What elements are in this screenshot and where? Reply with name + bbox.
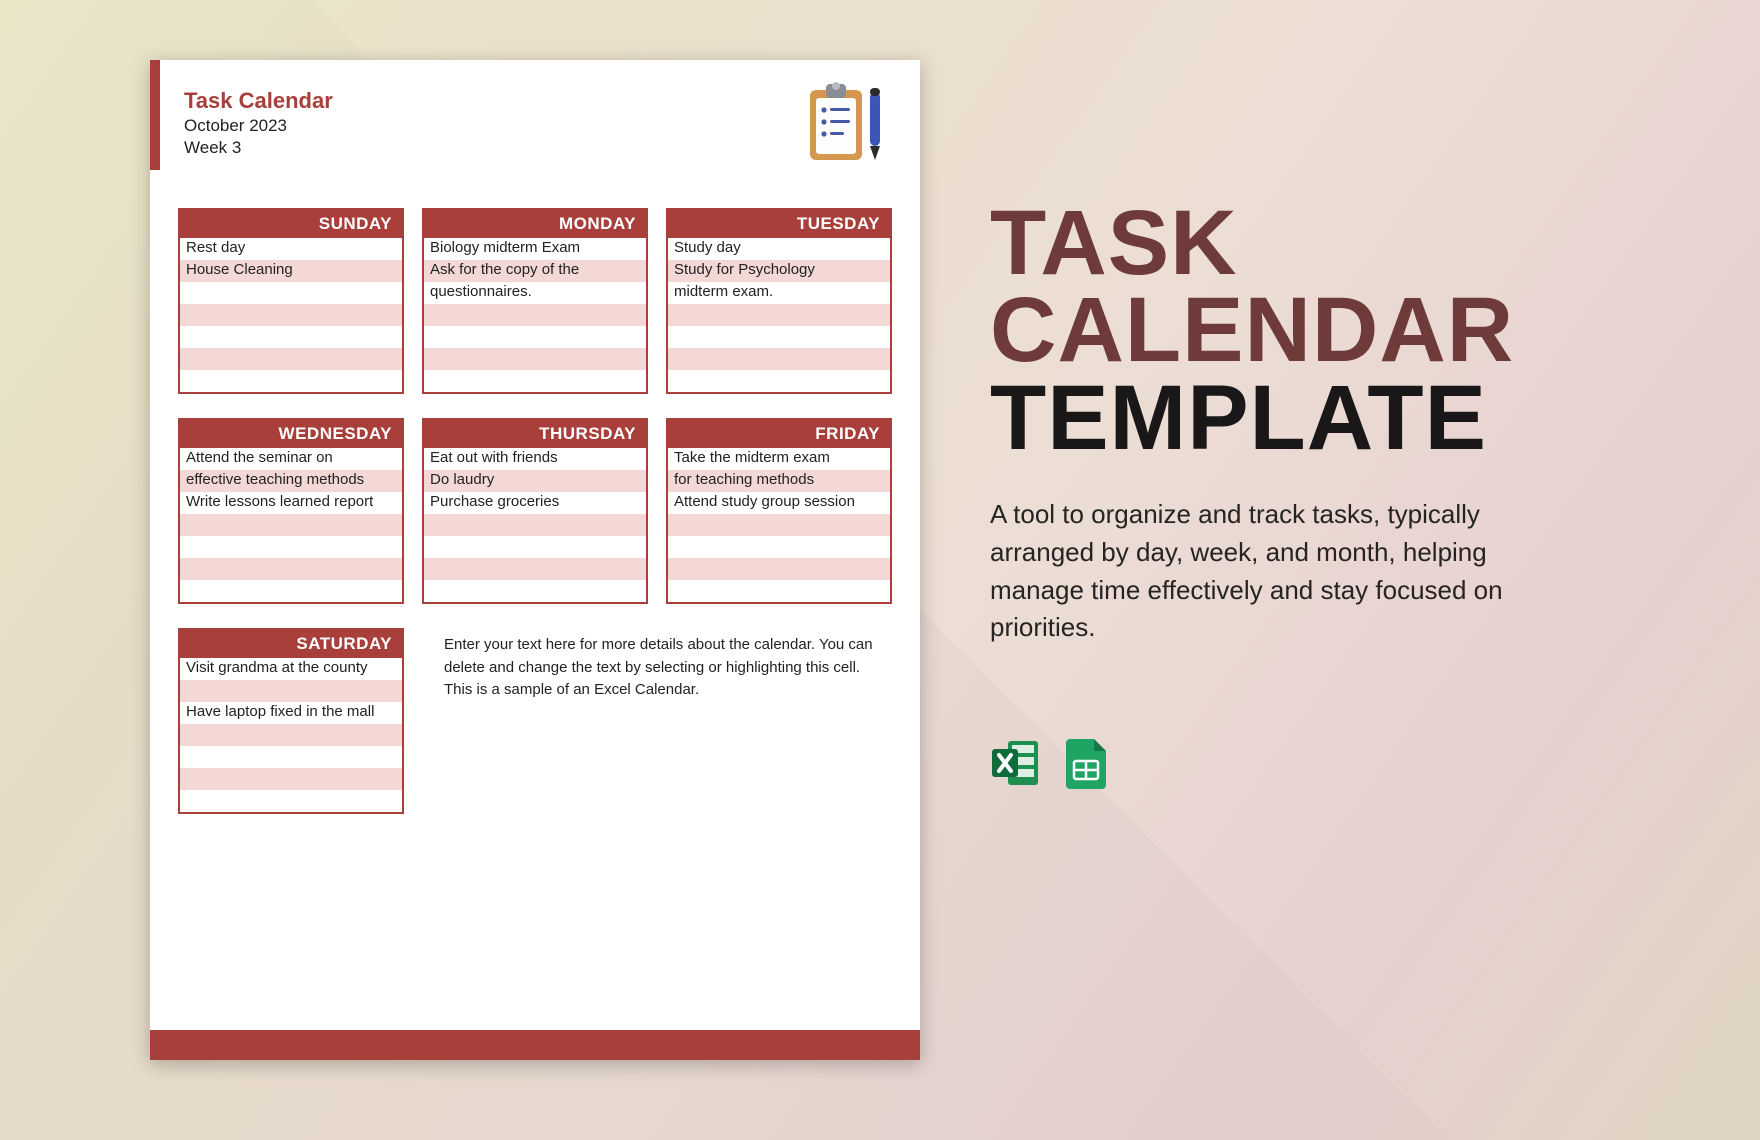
- day-header: THURSDAY: [424, 420, 646, 448]
- task-row: [180, 282, 402, 304]
- clipboard-icon: [800, 78, 892, 175]
- sheet-week: Week 3: [184, 138, 892, 158]
- google-sheets-icon: [1064, 737, 1112, 794]
- task-row: Take the midterm exam: [668, 448, 890, 470]
- day-box-saturday: SATURDAYVisit grandma at the county Have …: [178, 628, 404, 814]
- task-row: [668, 370, 890, 392]
- sheet-title: Task Calendar: [184, 88, 892, 114]
- promo-title: TASK CALENDAR TEMPLATE: [990, 200, 1640, 462]
- task-row: Visit grandma at the county: [180, 658, 402, 680]
- day-header: SUNDAY: [180, 210, 402, 238]
- format-icons: [990, 737, 1640, 794]
- task-row: [424, 536, 646, 558]
- sheet-header: Task Calendar October 2023 Week 3: [178, 88, 892, 158]
- task-row: House Cleaning: [180, 260, 402, 282]
- task-row: [180, 536, 402, 558]
- task-row: [180, 326, 402, 348]
- day-header: TUESDAY: [668, 210, 890, 238]
- promo-title-line3: TEMPLATE: [990, 375, 1640, 462]
- task-row: Do laudry: [424, 470, 646, 492]
- day-box-monday: MONDAYBiology midterm ExamAsk for the co…: [422, 208, 648, 394]
- task-row: [668, 348, 890, 370]
- task-row: [180, 790, 402, 812]
- task-row: [180, 558, 402, 580]
- sheet-month: October 2023: [184, 116, 892, 136]
- task-row: [424, 580, 646, 602]
- task-row: Rest day: [180, 238, 402, 260]
- task-row: for teaching methods: [668, 470, 890, 492]
- task-row: [180, 580, 402, 602]
- task-row: Ask for the copy of the: [424, 260, 646, 282]
- promo-description: A tool to organize and track tasks, typi…: [990, 496, 1580, 647]
- task-row: Attend the seminar on: [180, 448, 402, 470]
- task-row: Write lessons learned report: [180, 492, 402, 514]
- task-row: [668, 326, 890, 348]
- task-row: [180, 768, 402, 790]
- task-row: [668, 304, 890, 326]
- task-row: [424, 348, 646, 370]
- week-grid: SUNDAYRest dayHouse CleaningMONDAYBiolog…: [178, 208, 892, 814]
- day-box-sunday: SUNDAYRest dayHouse Cleaning: [178, 208, 404, 394]
- task-row: Eat out with friends: [424, 448, 646, 470]
- task-row: [180, 514, 402, 536]
- day-header: SATURDAY: [180, 630, 402, 658]
- task-row: [424, 304, 646, 326]
- task-row: Have laptop fixed in the mall: [180, 702, 402, 724]
- task-row: [668, 536, 890, 558]
- excel-icon: [990, 737, 1042, 794]
- day-box-thursday: THURSDAYEat out with friendsDo laudryPur…: [422, 418, 648, 604]
- day-box-friday: FRIDAYTake the midterm exam for teaching…: [666, 418, 892, 604]
- task-row: [180, 304, 402, 326]
- task-row: Attend study group session: [668, 492, 890, 514]
- task-row: [424, 326, 646, 348]
- task-row: Study for Psychology: [668, 260, 890, 282]
- task-row: Biology midterm Exam: [424, 238, 646, 260]
- promo-panel: TASK CALENDAR TEMPLATE A tool to organiz…: [990, 60, 1640, 1080]
- task-row: [180, 370, 402, 392]
- task-row: [668, 558, 890, 580]
- day-header: FRIDAY: [668, 420, 890, 448]
- task-row: [668, 514, 890, 536]
- task-row: questionnaires.: [424, 282, 646, 304]
- day-header: MONDAY: [424, 210, 646, 238]
- calendar-sheet: Task Calendar October 2023 Week 3 SUNDAY…: [150, 60, 920, 1060]
- task-row: effective teaching methods: [180, 470, 402, 492]
- task-row: [180, 724, 402, 746]
- calendar-notes: Enter your text here for more details ab…: [422, 628, 892, 814]
- task-row: midterm exam.: [668, 282, 890, 304]
- task-row: [180, 348, 402, 370]
- task-row: [180, 746, 402, 768]
- day-box-wednesday: WEDNESDAYAttend the seminar on effective…: [178, 418, 404, 604]
- promo-title-line1: TASK: [990, 200, 1640, 287]
- task-row: [424, 514, 646, 536]
- task-row: [424, 370, 646, 392]
- day-header: WEDNESDAY: [180, 420, 402, 448]
- day-box-tuesday: TUESDAYStudy dayStudy for Psychology mid…: [666, 208, 892, 394]
- task-row: Purchase groceries: [424, 492, 646, 514]
- task-row: [180, 680, 402, 702]
- promo-title-line2: CALENDAR: [990, 287, 1640, 374]
- task-row: [424, 558, 646, 580]
- task-row: [668, 580, 890, 602]
- task-row: Study day: [668, 238, 890, 260]
